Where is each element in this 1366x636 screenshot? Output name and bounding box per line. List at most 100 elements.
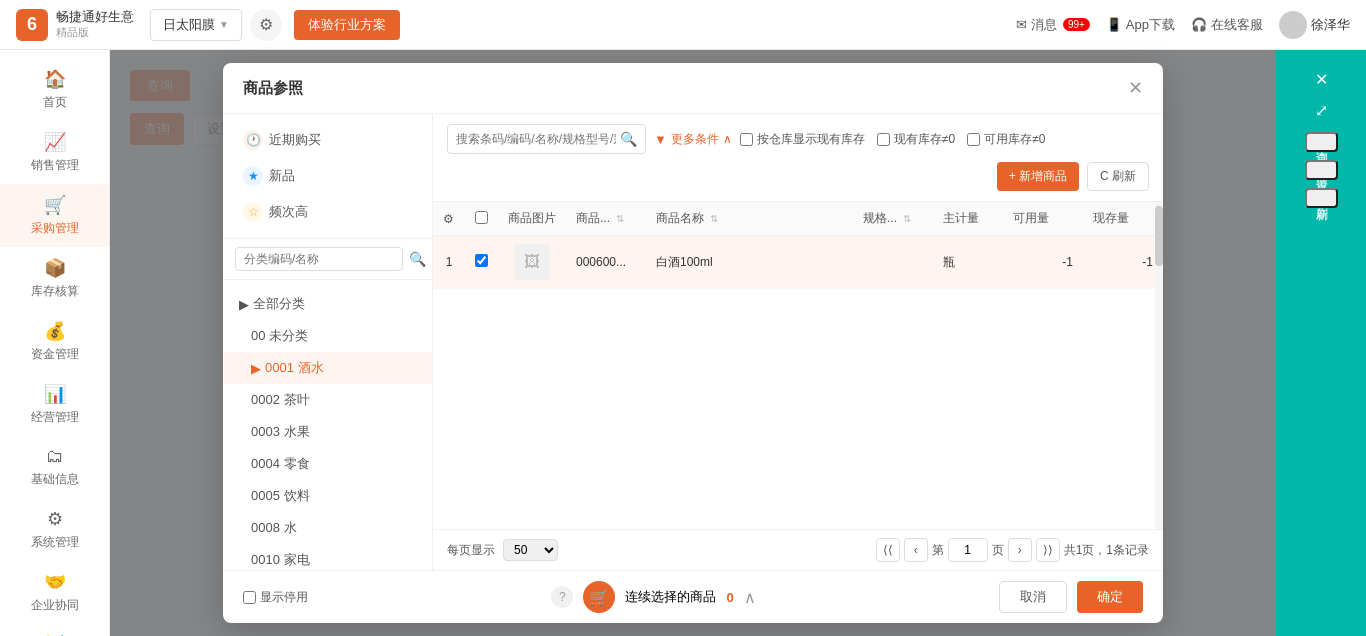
store-selector[interactable]: 日太阳膜 ▼ xyxy=(150,9,242,41)
settings-btn[interactable]: 设置 xyxy=(1305,160,1338,180)
col-check xyxy=(465,202,498,236)
col-avail: 可用量 xyxy=(1003,202,1083,236)
confirm-button[interactable]: 确定 xyxy=(1077,581,1143,613)
sidebar-item-ops[interactable]: 📊 经营管理 xyxy=(0,373,109,436)
show-disabled-area: 显示停用 xyxy=(243,589,308,606)
checkbox-avail-nonzero[interactable]: 可用库存≠0 xyxy=(967,131,1045,148)
sidebar-item-system[interactable]: ⚙ 系统管理 xyxy=(0,498,109,561)
select-all-checkbox[interactable] xyxy=(475,211,488,224)
checkbox-warehouse-label: 按仓库显示现有库存 xyxy=(757,131,865,148)
quick-new-label: 新品 xyxy=(269,167,295,185)
checkbox-avail-nonzero-input[interactable] xyxy=(967,133,980,146)
top-nav: 6 畅捷通好生意 精品版 日太阳膜 ▼ ⚙ 体验行业方案 ✉ 消息 99+ 📱 … xyxy=(0,0,1366,50)
app-download-btn[interactable]: 📱 App下载 xyxy=(1106,16,1175,34)
query-btn[interactable]: 查询 xyxy=(1305,132,1338,152)
nav-right: ✉ 消息 99+ 📱 App下载 🎧 在线客服 徐泽华 xyxy=(1016,11,1350,39)
page-input[interactable] xyxy=(948,538,988,562)
main-layout: 🏠 首页 📈 销售管理 🛒 采购管理 📦 库存核算 💰 资金管理 📊 经营管理 … xyxy=(0,50,1366,636)
category-0010[interactable]: 0010 家电 xyxy=(223,544,432,570)
product-thumbnail: 🖼 xyxy=(514,244,550,280)
store-name: 日太阳膜 xyxy=(163,16,215,34)
checkbox-warehouse-input[interactable] xyxy=(740,133,753,146)
recent-icon: 🕐 xyxy=(243,130,263,150)
online-service-btn[interactable]: 🎧 在线客服 xyxy=(1191,16,1263,34)
row-checkbox[interactable] xyxy=(475,254,488,267)
page-label: 第 xyxy=(932,542,944,559)
spec-sort-icon[interactable]: ⇅ xyxy=(903,213,911,224)
category-0004[interactable]: 0004 零食 xyxy=(223,448,432,480)
sidebar-item-guide[interactable]: 🔰 新手引导 xyxy=(0,624,109,636)
modal-close-button[interactable]: ✕ xyxy=(1128,77,1143,99)
sidebar-item-collab[interactable]: 🤝 企业协同 xyxy=(0,561,109,624)
name-sort-icon[interactable]: ⇅ xyxy=(710,213,718,224)
category-search-icon[interactable]: 🔍 xyxy=(409,251,426,267)
show-disabled-checkbox[interactable] xyxy=(243,591,256,604)
checkbox-stock-nonzero-label: 现有库存≠0 xyxy=(894,131,955,148)
product-search-input[interactable] xyxy=(456,132,616,146)
code-sort-icon[interactable]: ⇅ xyxy=(616,213,624,224)
sidebar-label-inventory: 库存核算 xyxy=(31,283,79,300)
category-0008[interactable]: 0008 水 xyxy=(223,512,432,544)
quick-recent[interactable]: 🕐 近期购买 xyxy=(235,124,420,156)
add-product-btn[interactable]: + 新增商品 xyxy=(997,162,1079,191)
system-icon: ⚙ xyxy=(47,508,63,530)
message-btn[interactable]: ✉ 消息 99+ xyxy=(1016,16,1090,34)
try-btn[interactable]: 体验行业方案 xyxy=(294,10,400,40)
col-name[interactable]: 商品名称 ⇅ xyxy=(646,202,853,236)
category-all[interactable]: ▶ 全部分类 xyxy=(223,288,432,320)
category-0005[interactable]: 0005 饮料 xyxy=(223,480,432,512)
sidebar-item-basic[interactable]: 🗂 基础信息 xyxy=(0,436,109,498)
first-page-btn[interactable]: ⟨⟨ xyxy=(876,538,900,562)
table-scrollbar[interactable] xyxy=(1155,202,1163,529)
sidebar-item-finance[interactable]: 💰 资金管理 xyxy=(0,310,109,373)
table-row[interactable]: 1 🖼 000600... 白酒100ml xyxy=(433,236,1163,289)
checkbox-stock-nonzero[interactable]: 现有库存≠0 xyxy=(877,131,955,148)
phone-icon: 📱 xyxy=(1106,17,1122,32)
checkbox-warehouse[interactable]: 按仓库显示现有库存 xyxy=(740,131,865,148)
message-label: 消息 xyxy=(1031,16,1057,34)
product-search-icon[interactable]: 🔍 xyxy=(620,131,637,147)
col-settings[interactable]: ⚙ xyxy=(433,202,465,236)
sidebar-label-basic: 基础信息 xyxy=(31,471,79,488)
category-0003[interactable]: 0003 水果 xyxy=(223,416,432,448)
sidebar-item-purchase[interactable]: 🛒 采购管理 xyxy=(0,184,109,247)
per-page-select[interactable]: 50 100 200 xyxy=(503,539,558,561)
user-area[interactable]: 徐泽华 xyxy=(1279,11,1350,39)
avatar xyxy=(1279,11,1307,39)
scrollbar-thumb[interactable] xyxy=(1155,206,1163,266)
refresh-btn[interactable]: C 刷新 xyxy=(1087,162,1149,191)
category-0002[interactable]: 0002 茶叶 xyxy=(223,384,432,416)
right-refresh-btn[interactable]: 刷新 xyxy=(1305,188,1338,208)
modal-overlay: 商品参照 ✕ 🕐 近期购买 ★ xyxy=(110,50,1276,636)
right-panel-close[interactable]: ✕ xyxy=(1315,70,1328,89)
row-checkbox-cell[interactable] xyxy=(465,236,498,289)
quick-freq[interactable]: ☆ 频次高 xyxy=(235,196,420,228)
prev-page-btn[interactable]: ‹ xyxy=(904,538,928,562)
sidebar-item-inventory[interactable]: 📦 库存核算 xyxy=(0,247,109,310)
filter-label: 更多条件 xyxy=(671,131,719,148)
cancel-button[interactable]: 取消 xyxy=(999,581,1067,613)
category-00[interactable]: 00 未分类 xyxy=(223,320,432,352)
sidebar-item-sales[interactable]: 📈 销售管理 xyxy=(0,121,109,184)
modal-left-panel: 🕐 近期购买 ★ 新品 ☆ 频次高 xyxy=(223,114,433,570)
checkbox-stock-nonzero-input[interactable] xyxy=(877,133,890,146)
help-icon[interactable]: ? xyxy=(551,586,573,608)
category-0005-label: 0005 饮料 xyxy=(251,487,310,505)
category-search-input[interactable] xyxy=(235,247,403,271)
modal-title: 商品参照 xyxy=(243,79,303,98)
sidebar-label-sales: 销售管理 xyxy=(31,157,79,174)
col-code[interactable]: 商品... ⇅ xyxy=(566,202,646,236)
settings-icon[interactable]: ⚙ xyxy=(250,9,282,41)
sidebar-item-home[interactable]: 🏠 首页 xyxy=(0,58,109,121)
quick-new[interactable]: ★ 新品 xyxy=(235,160,420,192)
col-spec[interactable]: 规格... ⇅ xyxy=(853,202,933,236)
collapse-footer-btn[interactable]: ∧ xyxy=(744,588,756,607)
purchase-icon: 🛒 xyxy=(44,194,66,216)
last-page-btn[interactable]: ⟩⟩ xyxy=(1036,538,1060,562)
col-unit[interactable]: 主计量 xyxy=(933,202,1003,236)
category-0001-label: 0001 酒水 xyxy=(265,359,324,377)
category-0001[interactable]: ▶ 0001 酒水 xyxy=(223,352,432,384)
right-panel-expand[interactable]: ⤢ xyxy=(1315,101,1328,120)
next-page-btn[interactable]: › xyxy=(1008,538,1032,562)
more-filter-btn[interactable]: ▼ 更多条件 ∧ xyxy=(654,131,732,148)
